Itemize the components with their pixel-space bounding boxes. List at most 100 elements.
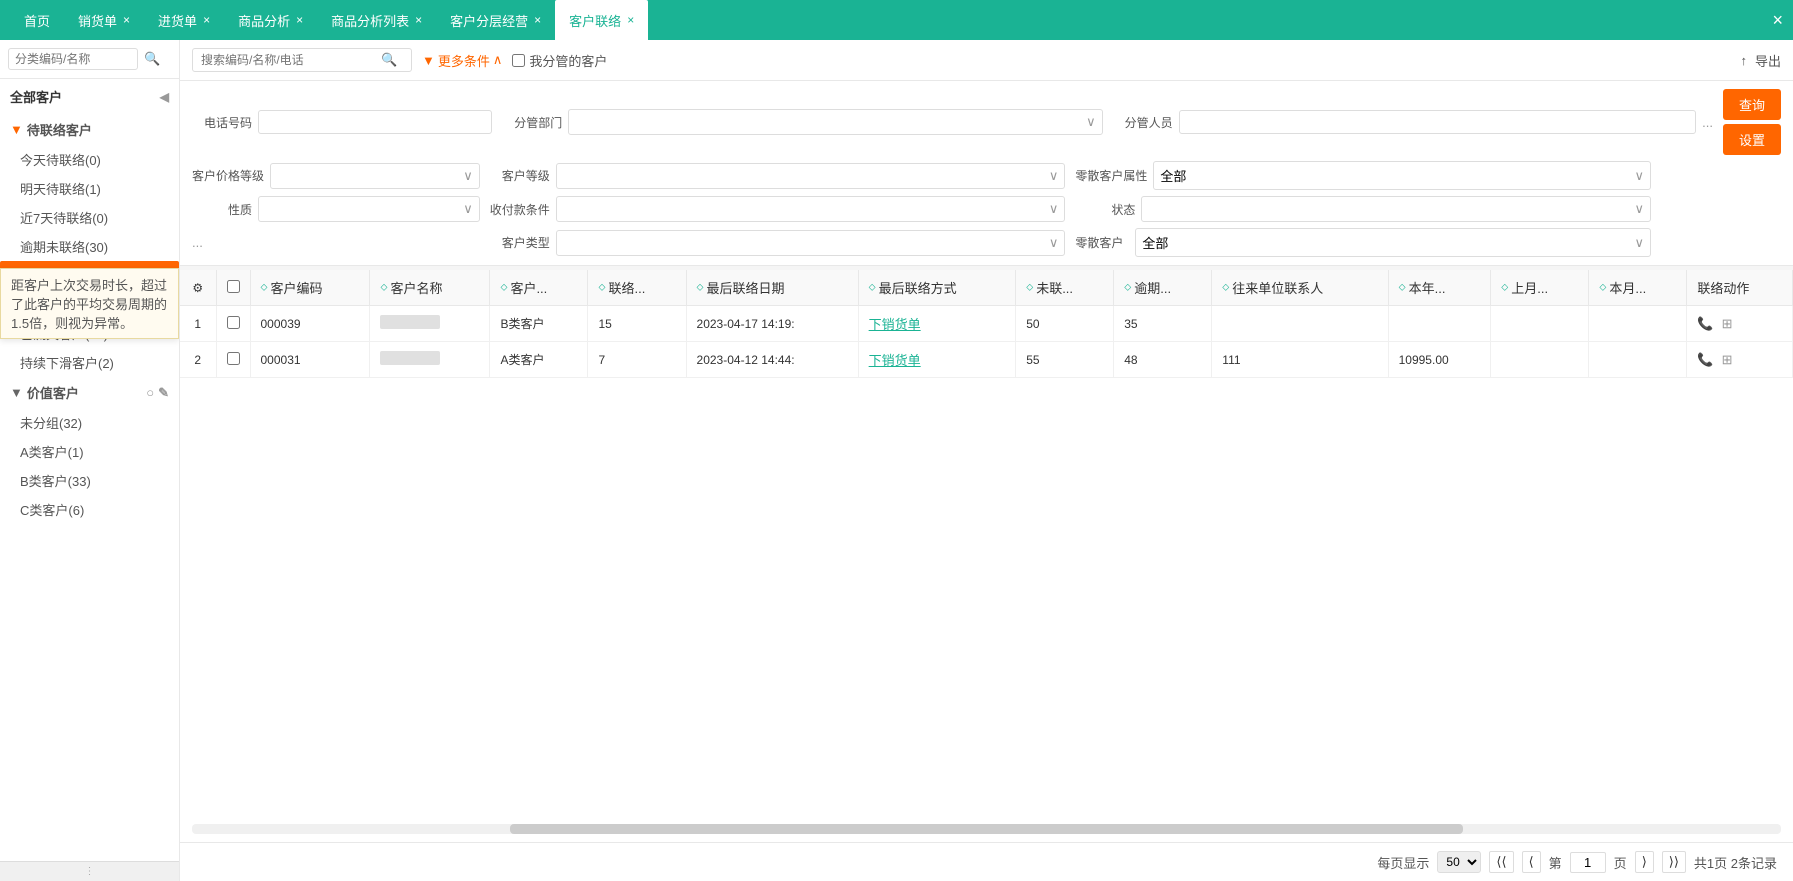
sidebar-item-overdue[interactable]: 逾期未联络(30) [0,232,179,261]
sidebar-resize-handle[interactable]: ⋮ [0,861,179,881]
filter-retail-attr: 零散客户属性 全部 ∨ [1075,161,1651,190]
sidebar-item-ungroup[interactable]: 未分组(32) [0,408,179,437]
row2-action-grid-icon[interactable]: ⊞ [1722,352,1733,368]
more-conditions-button[interactable]: ▼ 更多条件 ∧ [422,51,502,70]
sidebar-item-tomorrow[interactable]: 明天待联络(1) [0,174,179,203]
page-prev-button[interactable]: ⟨ [1522,851,1541,873]
row1-cust-type: B类客户 [490,306,588,342]
col-name-sort-icon[interactable]: ⬦ [380,282,387,293]
retail-cust-select[interactable]: 全部 ∨ [1135,228,1651,257]
phone-input[interactable] [258,110,492,134]
page-first-button[interactable]: ⟨⟨ [1489,851,1513,873]
cust-type-select[interactable]: ∨ [556,230,1066,256]
sidebar-pending-group[interactable]: ▼ 待联络客户 [0,114,179,145]
col-type-sort-icon[interactable]: ⬦ [500,282,507,293]
row2-contact: 7 [588,342,686,378]
sidebar-item-class-a[interactable]: A类客户(1) [0,437,179,466]
sidebar-item-today[interactable]: 今天待联络(0) [0,145,179,174]
sidebar-item-declining[interactable]: 持续下滑客户(2) [0,348,179,377]
sidebar-search-input[interactable] [8,48,138,70]
export-button[interactable]: ↑ 导出 [1740,51,1781,70]
toolbar-search-box[interactable]: 🔍 [192,48,412,72]
status-select[interactable]: ∨ [1141,196,1651,222]
per-page-label: 每页显示 [1377,853,1429,872]
row1-last-month [1491,306,1589,342]
sidebar-all-customers[interactable]: 全部客户 ◀ [0,79,179,114]
col-year-sort-icon[interactable]: ⬦ [1399,282,1406,293]
toolbar-search-icon[interactable]: 🔍 [381,52,397,68]
nav-sales[interactable]: 销货单 × [64,0,144,40]
row2-this-year: 10995.00 [1388,342,1491,378]
sidebar-item-class-c[interactable]: C类客户(6) [0,495,179,524]
row2-action-phone-icon[interactable]: 📞 [1697,352,1713,368]
settings-value-group-icon[interactable]: ✎ [158,385,169,401]
close-contact-icon[interactable]: × [627,13,634,27]
nav-customer-segment[interactable]: 客户分层经营 × [436,0,555,40]
close-purchase-icon[interactable]: × [203,13,210,27]
page-last-button[interactable]: ⟩⟩ [1662,851,1686,873]
row1-action-phone-icon[interactable]: 📞 [1697,316,1713,332]
col-partner-sort-icon[interactable]: ⬦ [1222,282,1229,293]
select-all-checkbox[interactable] [227,280,240,293]
close-analysis-icon[interactable]: × [296,13,303,27]
row2-last-method[interactable]: 下销货单 [858,342,1016,378]
payment-select[interactable]: ∨ [556,196,1066,222]
nav-customer-contact[interactable]: 客户联络 × [555,0,648,40]
per-page-select[interactable]: 50 [1437,851,1481,873]
col-partner: ⬦ 往来单位联系人 [1212,270,1388,306]
retail-attr-select[interactable]: 全部 ∨ [1153,161,1651,190]
top-nav: 首页 销货单 × 进货单 × 商品分析 × 商品分析列表 × 客户分层经营 × … [0,0,1793,40]
horizontal-scrollbar-track[interactable] [192,824,1781,834]
person-dots[interactable]: ... [1702,115,1713,130]
horizontal-scrollbar-thumb[interactable] [510,824,1463,834]
close-sales-icon[interactable]: × [123,13,130,27]
my-customers-check[interactable] [512,54,525,67]
row2-checkbox[interactable] [216,342,250,378]
col-code-sort-icon[interactable]: ⬦ [261,282,268,293]
nav-home[interactable]: 首页 [10,0,64,40]
col-date-sort-icon[interactable]: ⬦ [697,282,704,293]
sidebar-value-group[interactable]: ▼ 价值客户 ○ ✎ [0,377,179,408]
window-close-button[interactable]: × [1772,10,1783,31]
col-checkbox[interactable] [216,270,250,306]
nav-analysis[interactable]: 商品分析 × [224,0,317,40]
close-analysis-list-icon[interactable]: × [415,13,422,27]
filter-phone: 电话号码 [192,110,492,134]
sidebar-search-icon[interactable]: 🔍 [144,51,160,67]
col-uncontact-sort-icon[interactable]: ⬦ [1026,282,1033,293]
set-button[interactable]: 设置 [1723,124,1781,155]
col-contact-sort-icon[interactable]: ⬦ [598,282,605,293]
person-input[interactable] [1179,110,1697,134]
edit-value-group-icon[interactable]: ○ [146,385,154,401]
filter-buttons: 查询 设置 [1723,89,1781,155]
page-next-button[interactable]: ⟩ [1635,851,1654,873]
my-customers-checkbox[interactable]: 我分管的客户 [512,51,607,70]
sidebar-item-class-b[interactable]: B类客户(33) [0,466,179,495]
col-gear[interactable]: ⚙ [180,270,216,306]
row1-action-grid-icon[interactable]: ⊞ [1722,316,1733,332]
collapse-icon: ◀ [160,90,169,104]
filter-cust-grade: 客户等级 ∨ [490,163,1066,189]
nav-purchase[interactable]: 进货单 × [144,0,224,40]
sidebar-item-7days[interactable]: 近7天待联络(0) [0,203,179,232]
col-month-sort-icon[interactable]: ⬦ [1599,282,1606,293]
col-overdue-sort-icon[interactable]: ⬦ [1124,282,1131,293]
row1-checkbox[interactable] [216,306,250,342]
col-last-contact-date: ⬦ 最后联络日期 [686,270,858,306]
gender-select[interactable]: ∨ [258,196,480,222]
page-number-input[interactable] [1570,852,1606,873]
row1-last-method[interactable]: 下销货单 [858,306,1016,342]
price-grade-select[interactable]: ∨ [270,163,480,189]
row1-check[interactable] [227,316,240,329]
query-button[interactable]: 查询 [1723,89,1781,120]
nav-analysis-list[interactable]: 商品分析列表 × [317,0,436,40]
toolbar-search-input[interactable] [201,53,381,67]
close-segment-icon[interactable]: × [534,13,541,27]
col-lmonth-sort-icon[interactable]: ⬦ [1501,282,1508,293]
row2-check[interactable] [227,352,240,365]
cust-grade-select[interactable]: ∨ [556,163,1066,189]
col-method-sort-icon[interactable]: ⬦ [869,282,876,293]
dept-select[interactable]: ∨ [568,109,1102,135]
row4-dots[interactable]: ... [192,235,203,250]
sidebar: 🔍 全部客户 ◀ ▼ 待联络客户 今天待联络(0) 明天待联络(1) 近7天待联… [0,40,180,881]
